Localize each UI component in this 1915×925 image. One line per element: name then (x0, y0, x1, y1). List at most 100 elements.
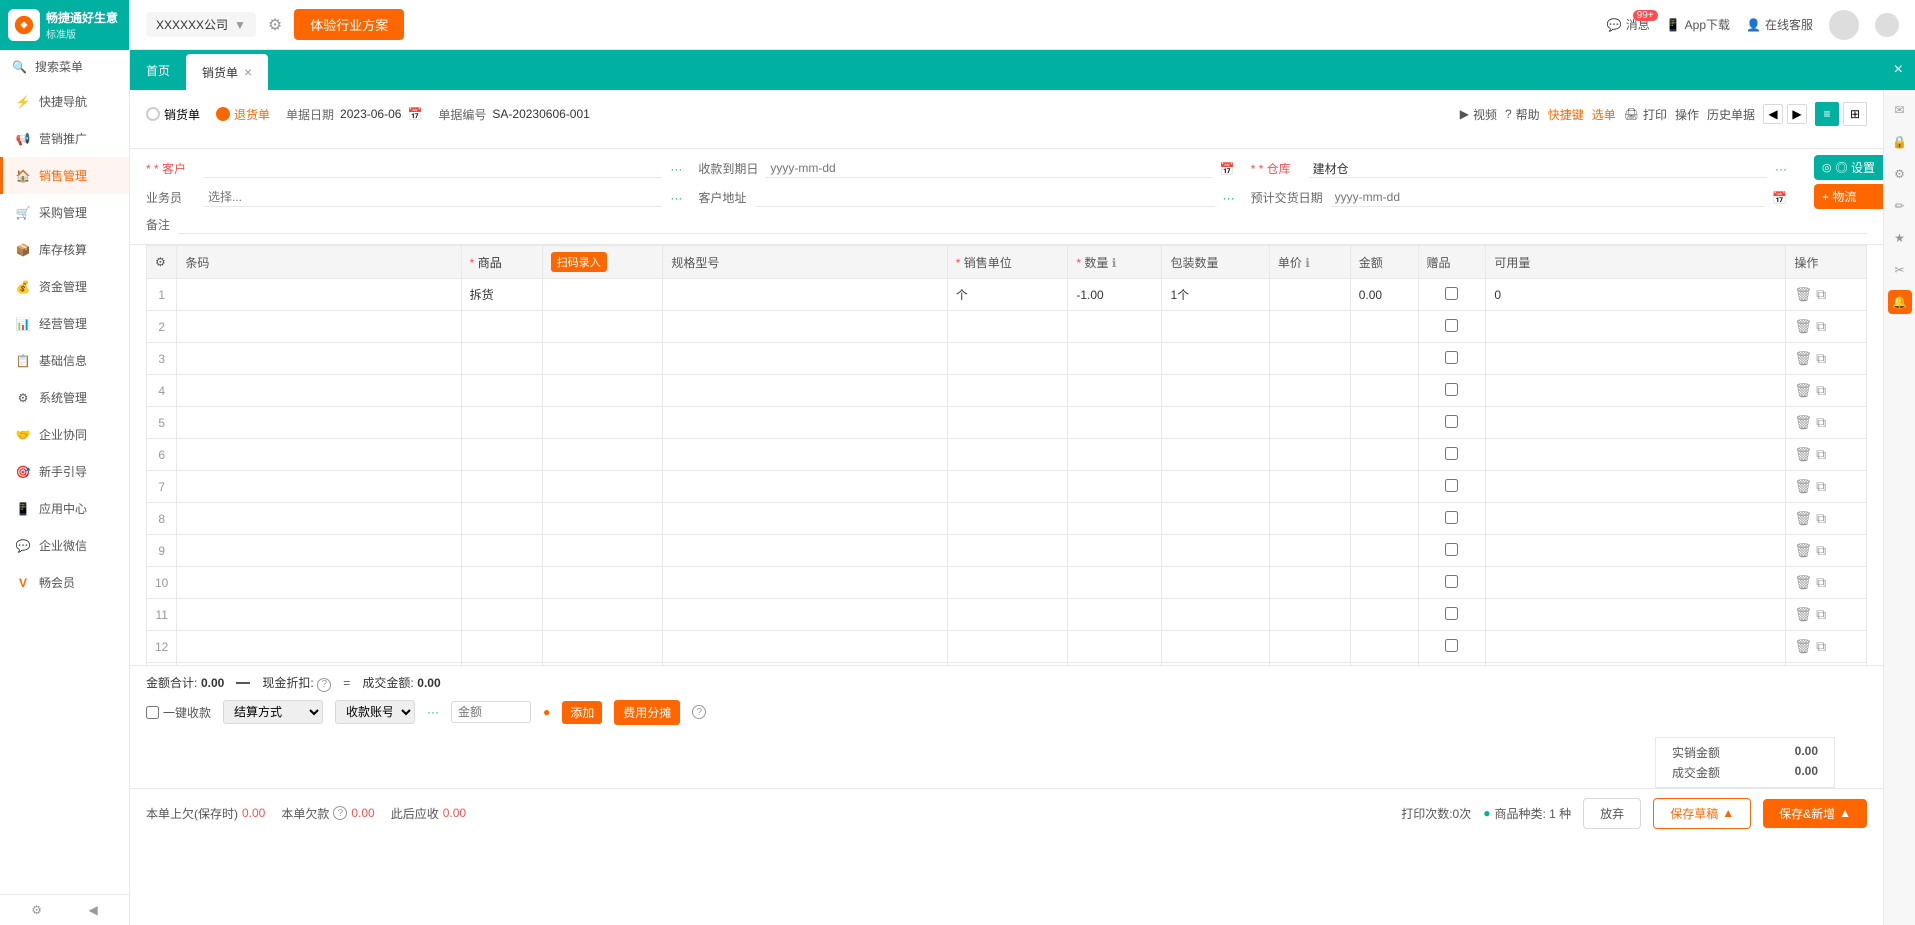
row-price[interactable] (1269, 279, 1350, 311)
customer-input[interactable] (204, 159, 662, 178)
sidebar-item-base[interactable]: 📋 基础信息 (0, 342, 129, 379)
sidebar-item-finance[interactable]: 💰 资金管理 (0, 268, 129, 305)
row-copy-btn[interactable]: ⧉ (1816, 446, 1826, 463)
tab-close-icon[interactable]: × (244, 64, 252, 80)
row-gift[interactable] (1418, 279, 1486, 311)
expected-date-calendar-icon[interactable]: 📅 (1772, 191, 1787, 205)
sidebar-item-purchase[interactable]: 🛒 采购管理 (0, 194, 129, 231)
row-copy-btn[interactable]: ⧉ (1816, 574, 1826, 591)
amount-input[interactable] (451, 701, 531, 723)
col-settings[interactable]: ⚙ (147, 246, 177, 279)
shortcut-btn[interactable]: 快捷键 (1548, 106, 1584, 123)
user-avatar-2[interactable] (1875, 13, 1899, 37)
sidebar-item-quick-nav[interactable]: ⚡ 快捷导航 (0, 83, 129, 120)
account-select[interactable]: 收款账号 (335, 700, 415, 724)
row-copy-btn[interactable]: ⧉ (1816, 478, 1826, 495)
row-delete-btn[interactable]: 🗑 (1794, 414, 1812, 431)
customer-dots[interactable]: ··· (670, 162, 682, 176)
sidebar-collapse-btn[interactable]: ◀ (89, 903, 98, 917)
note-input[interactable] (178, 215, 1867, 234)
row-copy-btn[interactable]: ⧉ (1816, 638, 1826, 655)
row-spec[interactable] (663, 279, 947, 311)
row-copy-btn[interactable]: ⧉ (1816, 510, 1826, 527)
right-icon-settings[interactable]: ⚙ (1888, 162, 1912, 186)
app-download-btn[interactable]: 📱 App下载 (1666, 16, 1730, 33)
qty-info-icon[interactable]: ℹ (1112, 256, 1117, 270)
nav-prev-btn[interactable]: ◀ (1763, 104, 1783, 124)
warehouse-input[interactable] (1309, 159, 1767, 178)
radio-sales-order[interactable]: 销货单 (146, 106, 200, 123)
row-qty[interactable]: -1.00 (1068, 279, 1162, 311)
row-delete-btn[interactable]: 🗑 (1794, 542, 1812, 559)
tab-home[interactable]: 首页 (130, 50, 186, 90)
row-delete-btn[interactable]: 🗑 (1794, 574, 1812, 591)
price-info-icon[interactable]: ℹ (1305, 256, 1310, 270)
sidebar-item-marketing[interactable]: 📢 营销推广 (0, 120, 129, 157)
row-delete-btn[interactable]: 🗑 (1794, 350, 1812, 367)
message-btn[interactable]: 💬 消息 99+ (1607, 16, 1650, 33)
salesman-dots[interactable]: ··· (670, 191, 682, 205)
sidebar-item-guide[interactable]: 🎯 新手引导 (0, 453, 129, 490)
row-delete-btn[interactable]: 🗑 (1794, 286, 1812, 303)
history-btn[interactable]: 历史单据 (1707, 106, 1755, 123)
operate-btn[interactable]: 操作 (1675, 106, 1699, 123)
tabbar-close-icon[interactable]: × (1894, 61, 1903, 79)
row-copy-btn[interactable]: ⧉ (1816, 606, 1826, 623)
topbar-gear-icon[interactable]: ⚙ (268, 15, 282, 35)
account-dots[interactable]: ··· (427, 705, 439, 719)
receive-date-calendar-icon[interactable]: 📅 (1220, 162, 1235, 176)
right-icon-star[interactable]: ★ (1888, 226, 1912, 250)
view-list-btn[interactable]: ≡ (1815, 102, 1839, 126)
sidebar-item-system[interactable]: ⚙ 系统管理 (0, 379, 129, 416)
discard-btn[interactable]: 放弃 (1583, 798, 1641, 829)
right-icon-alert[interactable]: 🔔 (1888, 290, 1912, 314)
row-delete-btn[interactable]: 🗑 (1794, 510, 1812, 527)
settings-float-btn[interactable]: ◎ ◎ 设置 (1814, 155, 1883, 180)
calc-method-select[interactable]: 结算方式 (223, 700, 323, 724)
user-avatar[interactable] (1829, 10, 1859, 40)
receive-date-input[interactable] (766, 159, 1211, 178)
payment-checkbox-label[interactable]: 一键收款 (146, 704, 211, 721)
row-copy-btn[interactable]: ⧉ (1816, 542, 1826, 559)
sidebar-settings-btn[interactable]: ⚙ (31, 903, 42, 917)
fee-split-tab[interactable]: 费用分摊 (614, 700, 680, 725)
addr-dots[interactable]: ··· (1223, 191, 1235, 205)
right-icon-lock[interactable]: 🔒 (1888, 130, 1912, 154)
select-btn[interactable]: 选单 (1592, 106, 1616, 123)
sidebar-item-wecom[interactable]: 💬 企业微信 (0, 527, 129, 564)
company-selector[interactable]: XXXXXX公司 ▼ (146, 12, 256, 37)
trial-btn[interactable]: 体验行业方案 (294, 9, 404, 40)
row-delete-btn[interactable]: 🗑 (1794, 478, 1812, 495)
row-copy-btn[interactable]: ⧉ (1816, 350, 1826, 367)
video-btn[interactable]: ▶ 视频 (1460, 106, 1497, 123)
scan-btn[interactable]: 扫码录入 (551, 252, 607, 272)
sidebar-item-inventory[interactable]: 📦 库存核算 (0, 231, 129, 268)
row-delete-btn[interactable]: 🗑 (1794, 382, 1812, 399)
sidebar-item-member[interactable]: V 畅会员 (0, 564, 129, 601)
row-copy-btn[interactable]: ⧉ (1816, 318, 1826, 335)
sidebar-item-app[interactable]: 📱 应用中心 (0, 490, 129, 527)
warehouse-dots[interactable]: ··· (1775, 162, 1787, 176)
row-delete-btn[interactable]: 🗑 (1794, 638, 1812, 655)
row-delete-btn[interactable]: 🗑 (1794, 606, 1812, 623)
right-icon-mail[interactable]: ✉ (1888, 98, 1912, 122)
expected-date-input[interactable] (1331, 188, 1764, 207)
row-delete-btn[interactable]: 🗑 (1794, 318, 1812, 335)
view-grid-btn[interactable]: ⊞ (1843, 102, 1867, 126)
save-draft-btn[interactable]: 保存草稿 ▲ (1653, 798, 1751, 829)
sidebar-item-sales[interactable]: 🏠 销售管理 (0, 157, 129, 194)
tab-sales-order[interactable]: 销货单 × (186, 54, 268, 90)
right-icon-edit[interactable]: ✏ (1888, 194, 1912, 218)
row-copy-btn[interactable]: ⧉ (1816, 382, 1826, 399)
print-btn[interactable]: 🖨 打印 (1624, 106, 1667, 123)
date-calendar-icon[interactable]: 📅 (407, 107, 422, 121)
payment-checkbox[interactable] (146, 706, 159, 719)
fee-info-icon[interactable]: ? (692, 705, 706, 719)
stat2-info-icon[interactable]: ? (333, 806, 347, 820)
row-copy-btn[interactable]: ⧉ (1816, 414, 1826, 431)
sidebar-item-enterprise[interactable]: 🤝 企业协同 (0, 416, 129, 453)
add-btn[interactable]: 添加 (562, 701, 602, 724)
row-barcode[interactable] (177, 279, 461, 311)
discount-info-icon[interactable]: ? (317, 678, 331, 692)
sidebar-item-business[interactable]: 📊 经营管理 (0, 305, 129, 342)
